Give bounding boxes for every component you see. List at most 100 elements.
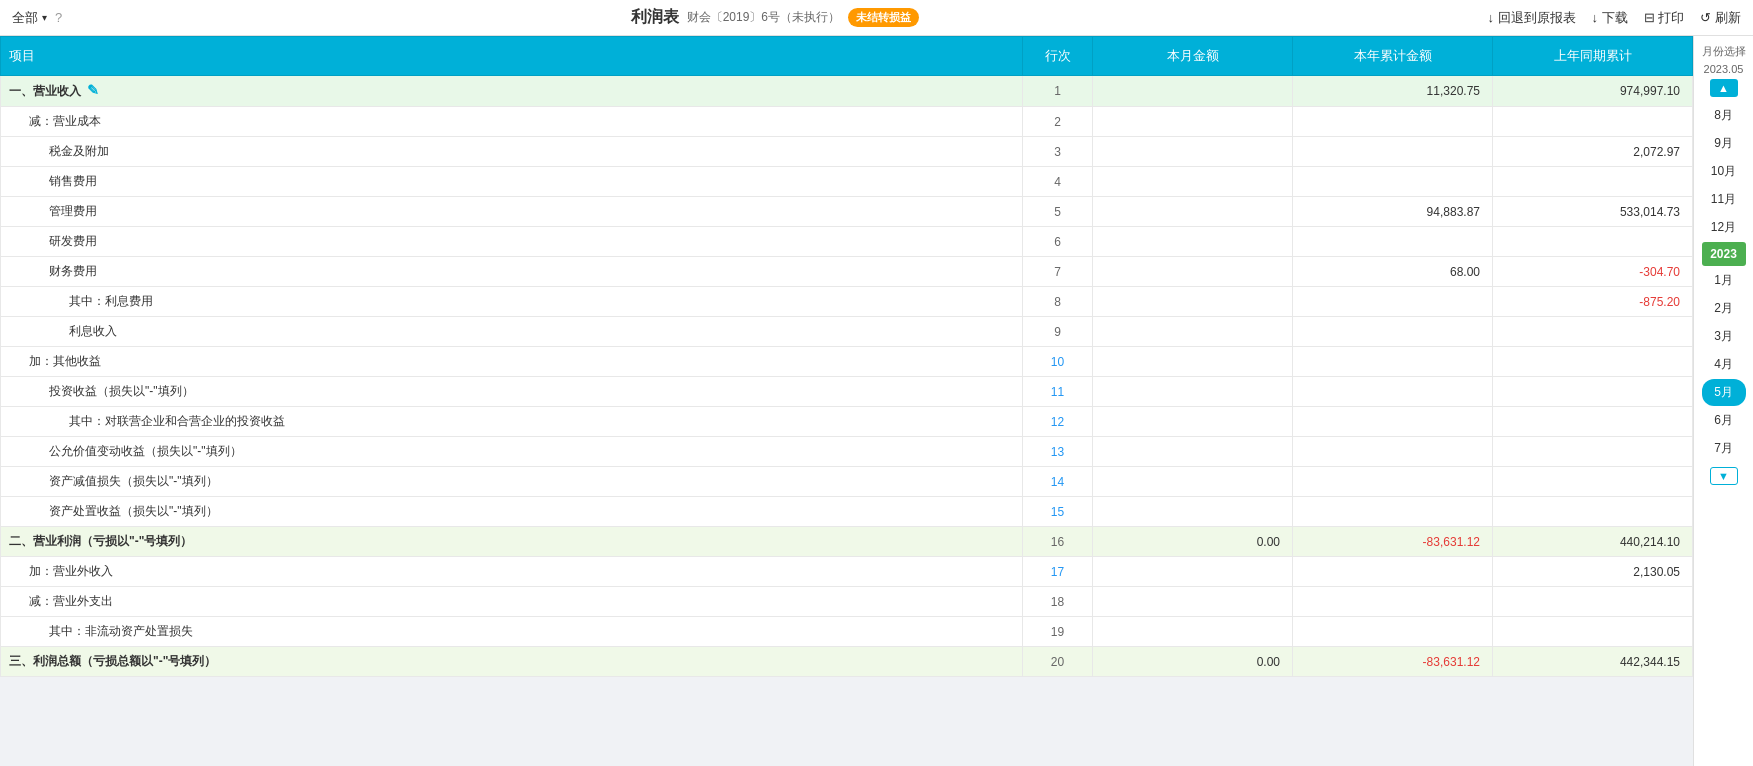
month-item[interactable]: 6月 xyxy=(1702,407,1746,434)
month-item[interactable]: 12月 xyxy=(1702,214,1746,241)
table-cell-rownum: 16 xyxy=(1023,527,1093,557)
table-cell-rownum[interactable]: 13 xyxy=(1023,437,1093,467)
table-cell-rownum[interactable]: 12 xyxy=(1023,407,1093,437)
table-cell-item: 加：营业外收入 xyxy=(1,557,1023,587)
table-cell-ytd xyxy=(1293,437,1493,467)
table-cell-ytd: 11,320.75 xyxy=(1293,76,1493,107)
month-sidebar-year: 2023.05 xyxy=(1704,63,1744,75)
table-row: 三、利润总额（亏损总额以"-"号填列）200.00-83,631.12442,3… xyxy=(1,647,1693,677)
refresh-button[interactable]: ↺ 刷新 xyxy=(1700,9,1741,27)
scroll-down-button[interactable]: ▼ xyxy=(1710,467,1738,485)
table-cell-current-month xyxy=(1093,557,1293,587)
help-icon[interactable]: ? xyxy=(55,10,62,25)
table-row: 研发费用6 xyxy=(1,227,1693,257)
table-cell-current-month xyxy=(1093,347,1293,377)
table-cell-ytd: -83,631.12 xyxy=(1293,647,1493,677)
table-cell-ytd xyxy=(1293,227,1493,257)
table-cell-current-month xyxy=(1093,287,1293,317)
table-cell-current-month xyxy=(1093,617,1293,647)
table-cell-rownum[interactable]: 14 xyxy=(1023,467,1093,497)
table-cell-rownum[interactable]: 11 xyxy=(1023,377,1093,407)
table-row: 资产处置收益（损失以"-"填列）15 xyxy=(1,497,1693,527)
edit-icon[interactable]: ✎ xyxy=(87,82,99,98)
table-cell-rownum: 5 xyxy=(1023,197,1093,227)
table-cell-ytd xyxy=(1293,137,1493,167)
table-row: 投资收益（损失以"-"填列）11 xyxy=(1,377,1693,407)
table-cell-rownum: 19 xyxy=(1023,617,1093,647)
table-cell-current-month xyxy=(1093,227,1293,257)
table-cell-prior-year xyxy=(1493,107,1693,137)
month-item[interactable]: 1月 xyxy=(1702,267,1746,294)
table-row: 一、营业收入✎111,320.75974,997.10 xyxy=(1,76,1693,107)
table-cell-item: 公允价值变动收益（损失以"-"填列） xyxy=(1,437,1023,467)
table-cell-ytd xyxy=(1293,467,1493,497)
download-button[interactable]: ↓ 下载 xyxy=(1592,9,1628,27)
table-cell-ytd xyxy=(1293,497,1493,527)
col-header-ytd: 本年累计金额 xyxy=(1293,37,1493,76)
table-cell-prior-year xyxy=(1493,467,1693,497)
table-cell-prior-year: 2,130.05 xyxy=(1493,557,1693,587)
month-item[interactable]: 7月 xyxy=(1702,435,1746,462)
month-item[interactable]: 2023 xyxy=(1702,242,1746,266)
dropdown-chevron-icon: ▾ xyxy=(42,12,47,23)
col-header-item: 项目 xyxy=(1,37,1023,76)
table-cell-item: 财务费用 xyxy=(1,257,1023,287)
table-cell-prior-year xyxy=(1493,617,1693,647)
table-cell-item: 投资收益（损失以"-"填列） xyxy=(1,377,1023,407)
back-button[interactable]: ↓ 回退到原报表 xyxy=(1487,9,1575,27)
table-cell-item: 销售费用 xyxy=(1,167,1023,197)
table-row: 销售费用4 xyxy=(1,167,1693,197)
table-cell-rownum: 7 xyxy=(1023,257,1093,287)
table-cell-ytd xyxy=(1293,107,1493,137)
table-row: 二、营业利润（亏损以"-"号填列）160.00-83,631.12440,214… xyxy=(1,527,1693,557)
scroll-up-button[interactable]: ▲ xyxy=(1710,79,1738,97)
table-cell-item: 三、利润总额（亏损总额以"-"号填列） xyxy=(1,647,1023,677)
table-cell-prior-year: 440,214.10 xyxy=(1493,527,1693,557)
month-item[interactable]: 4月 xyxy=(1702,351,1746,378)
month-item[interactable]: 8月 xyxy=(1702,102,1746,129)
month-list: 8月9月10月11月12月20231月2月3月4月5月6月7月 xyxy=(1702,101,1746,463)
table-cell-current-month xyxy=(1093,437,1293,467)
table-cell-rownum: 1 xyxy=(1023,76,1093,107)
table-cell-item: 资产减值损失（损失以"-"填列） xyxy=(1,467,1023,497)
table-cell-rownum[interactable]: 17 xyxy=(1023,557,1093,587)
table-row: 减：营业成本2 xyxy=(1,107,1693,137)
all-dropdown[interactable]: 全部 ▾ xyxy=(12,9,47,27)
month-item[interactable]: 3月 xyxy=(1702,323,1746,350)
table-row: 其中：利息费用8-875.20 xyxy=(1,287,1693,317)
table-row: 其中：非流动资产处置损失19 xyxy=(1,617,1693,647)
table-cell-rownum: 8 xyxy=(1023,287,1093,317)
table-row: 资产减值损失（损失以"-"填列）14 xyxy=(1,467,1693,497)
table-cell-item: 二、营业利润（亏损以"-"号填列） xyxy=(1,527,1023,557)
table-cell-rownum: 3 xyxy=(1023,137,1093,167)
table-row: 管理费用594,883.87533,014.73 xyxy=(1,197,1693,227)
print-button[interactable]: ⊟ 打印 xyxy=(1644,9,1685,27)
table-cell-ytd xyxy=(1293,287,1493,317)
profit-table: 项目 行次 本月金额 本年累计金额 上年同期累计 一、营业收入✎111,320.… xyxy=(0,36,1693,677)
month-item[interactable]: 5月 xyxy=(1702,379,1746,406)
table-cell-prior-year: 974,997.10 xyxy=(1493,76,1693,107)
table-cell-rownum[interactable]: 15 xyxy=(1023,497,1093,527)
table-cell-current-month xyxy=(1093,407,1293,437)
table-cell-item: 加：其他收益 xyxy=(1,347,1023,377)
nav-arrows: ▲ xyxy=(1710,79,1738,97)
table-cell-ytd xyxy=(1293,407,1493,437)
table-cell-prior-year: -304.70 xyxy=(1493,257,1693,287)
month-item[interactable]: 2月 xyxy=(1702,295,1746,322)
table-cell-item: 其中：对联营企业和合营企业的投资收益 xyxy=(1,407,1023,437)
table-cell-item: 其中：非流动资产处置损失 xyxy=(1,617,1023,647)
table-cell-ytd xyxy=(1293,347,1493,377)
table-cell-current-month xyxy=(1093,107,1293,137)
month-item[interactable]: 10月 xyxy=(1702,158,1746,185)
month-item[interactable]: 11月 xyxy=(1702,186,1746,213)
table-cell-current-month xyxy=(1093,76,1293,107)
page-title: 利润表 xyxy=(631,7,679,28)
badge-status[interactable]: 未结转损益 xyxy=(848,8,919,27)
table-cell-rownum: 6 xyxy=(1023,227,1093,257)
table-cell-rownum[interactable]: 10 xyxy=(1023,347,1093,377)
col-header-current-month: 本月金额 xyxy=(1093,37,1293,76)
table-cell-prior-year: 442,344.15 xyxy=(1493,647,1693,677)
table-cell-prior-year xyxy=(1493,317,1693,347)
table-cell-prior-year xyxy=(1493,587,1693,617)
month-item[interactable]: 9月 xyxy=(1702,130,1746,157)
